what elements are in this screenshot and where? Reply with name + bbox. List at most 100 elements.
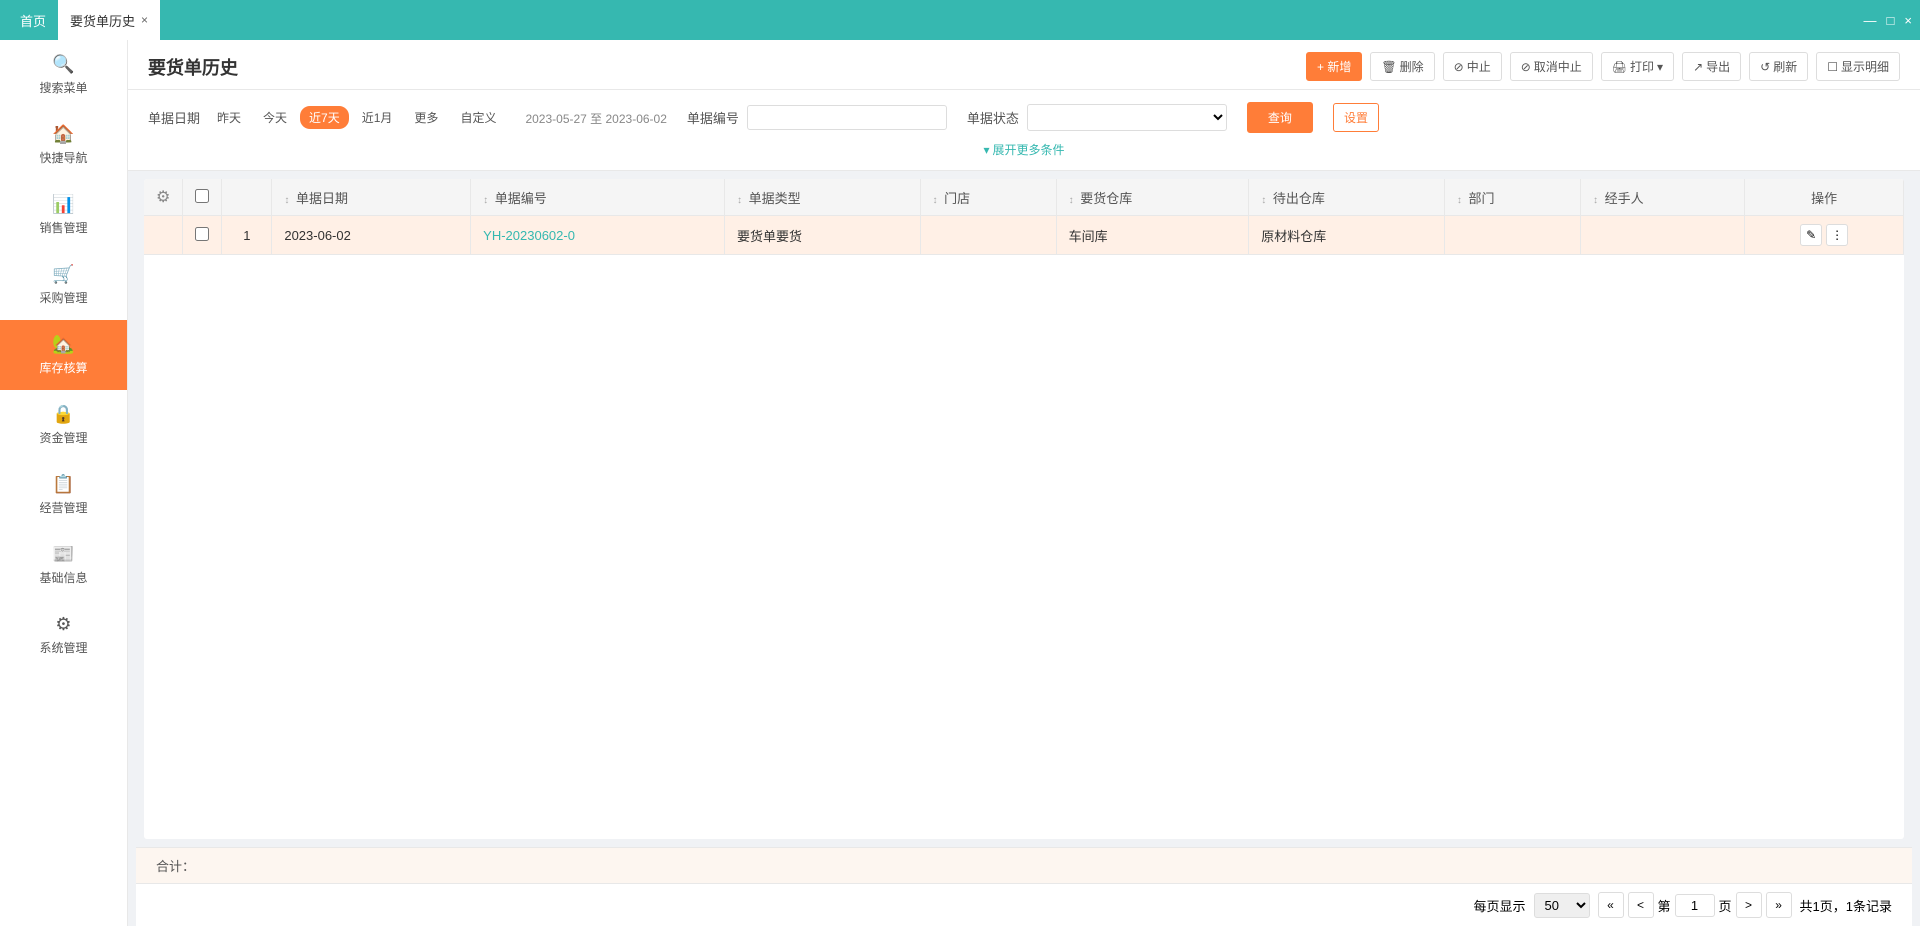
delete-button[interactable]: 🗑 删除 [1370,52,1434,81]
select-all-checkbox[interactable] [195,189,209,203]
col-type-label: 单据类型 [749,191,801,206]
finance-icon: 🔒 [52,404,74,425]
content-area: 要货单历史 + 新增 🗑 删除 ⊘ 中止 ⊘ 取消中止 🖨 打印 [128,40,1920,926]
col-settings: ⚙ [144,179,183,216]
settings-button[interactable]: 设置 [1333,103,1379,132]
row-type: 要货单要货 [724,216,920,255]
status-select[interactable] [1027,104,1227,131]
cancel-suspend-button[interactable]: ⊘ 取消中止 [1510,52,1593,81]
order-num-label: 单据编号 [687,108,739,127]
row-more-btn[interactable]: ⋮ [1826,224,1848,246]
sidebar-item-basic[interactable]: 📰 基础信息 [0,530,127,600]
sidebar-item-quicknav[interactable]: 🏠 快捷导航 [0,110,127,180]
print-dropdown-icon: ▾ [1657,60,1663,74]
date-btn-custom[interactable]: 自定义 [451,106,505,129]
sidebar-item-search[interactable]: 🔍 搜索菜单 [0,40,127,110]
suspend-button[interactable]: ⊘ 中止 [1443,52,1502,81]
date-range-display: 2023-05-27 至 2023-06-02 [525,110,666,127]
add-button[interactable]: + 新增 [1306,52,1362,81]
expand-label: 展开更多条件 [993,141,1065,158]
search-button[interactable]: 查询 [1247,102,1313,133]
row-checkbox[interactable] [195,227,209,241]
pagination-bar: 每页显示 50 10 20 100 « < 第 页 > » 共1页，1条记录 [136,883,1912,926]
sidebar-item-label: 系统管理 [39,639,87,656]
page-input[interactable] [1675,894,1715,917]
col-check [183,179,222,216]
active-tab-label: 要货单历史 [70,11,135,30]
suspend-icon: ⊘ [1454,60,1464,74]
date-buttons: 昨天 今天 近7天 近1月 更多 自定义 [208,106,505,129]
print-button[interactable]: 🖨 打印 ▾ [1601,52,1674,81]
purchase-icon: 🛒 [52,264,74,285]
expand-conditions-btn[interactable]: ▾ 展开更多条件 [983,141,1064,158]
col-wait-warehouse[interactable]: 待出仓库 [1249,179,1445,216]
expand-icon: ▾ [983,143,989,157]
display-detail-button[interactable]: ☐ 显示明细 [1816,52,1900,81]
date-btn-7days[interactable]: 近7天 [300,106,349,129]
row-edit-btn[interactable]: ✎ [1800,224,1822,246]
main-layout: 🔍 搜索菜单 🏠 快捷导航 📊 销售管理 🛒 采购管理 🏡 库存核算 🔒 资金管… [0,40,1920,926]
footer-bar: 合计： [136,847,1912,883]
refresh-label: 刷新 [1773,58,1797,75]
row-check [183,216,222,255]
delete-label: 删除 [1400,58,1424,75]
row-settings [144,216,183,255]
col-req-warehouse[interactable]: 要货仓库 [1056,179,1249,216]
close-btn[interactable]: × [1904,13,1912,28]
print-label: 打印 [1630,58,1654,75]
sidebar: 🔍 搜索菜单 🏠 快捷导航 📊 销售管理 🛒 采购管理 🏡 库存核算 🔒 资金管… [0,40,128,926]
col-ops: 操作 [1745,179,1904,216]
sidebar-item-operation[interactable]: 📋 经营管理 [0,460,127,530]
header-actions: + 新增 🗑 删除 ⊘ 中止 ⊘ 取消中止 🖨 打印 ▾ [1306,52,1900,81]
date-btn-1month[interactable]: 近1月 [353,106,402,129]
col-handler-label: 经手人 [1605,191,1644,206]
filter-date: 单据日期 昨天 今天 近7天 近1月 更多 自定义 [148,106,505,129]
page-prev-btn[interactable]: < [1628,892,1654,918]
col-store[interactable]: 门店 [920,179,1056,216]
minimize-btn[interactable]: — [1864,13,1877,28]
sidebar-item-inventory[interactable]: 🏡 库存核算 [0,320,127,390]
maximize-btn[interactable]: □ [1887,13,1895,28]
close-tab-icon[interactable]: × [141,13,148,27]
col-type[interactable]: 单据类型 [724,179,920,216]
export-button[interactable]: ↗ 导出 [1682,52,1741,81]
col-code[interactable]: 单据编号 [471,179,725,216]
home-tab-label: 首页 [20,11,46,30]
table-container: ⚙ 单据日期 单据编号 [144,179,1904,839]
row-date: 2023-06-02 [272,216,471,255]
row-handler [1580,216,1744,255]
sidebar-item-label: 基础信息 [39,569,87,586]
page-size-select[interactable]: 50 10 20 100 [1534,893,1590,918]
page-unit: 页 [1719,896,1732,915]
settings-gear-icon[interactable]: ⚙ [156,189,170,206]
order-num-input[interactable] [747,105,947,130]
sidebar-item-purchase[interactable]: 🛒 采购管理 [0,250,127,320]
date-btn-today[interactable]: 今天 [254,106,296,129]
refresh-button[interactable]: ↺ 刷新 [1749,52,1808,81]
refresh-icon: ↺ [1760,60,1770,74]
page-label: 第 [1658,896,1671,915]
sidebar-item-label: 经营管理 [39,499,87,516]
date-filter-label: 单据日期 [148,108,200,127]
active-tab[interactable]: 要货单历史 × [58,0,160,40]
page-next-btn[interactable]: > [1736,892,1762,918]
row-code-link[interactable]: YH-20230602-0 [483,228,575,243]
col-wait-warehouse-label: 待出仓库 [1273,191,1325,206]
date-btn-more[interactable]: 更多 [405,106,447,129]
table-header-row: ⚙ 单据日期 单据编号 [144,179,1904,216]
page-last-btn[interactable]: » [1766,892,1792,918]
home-tab[interactable]: 首页 [8,0,58,40]
col-date[interactable]: 单据日期 [272,179,471,216]
sidebar-item-sales[interactable]: 📊 销售管理 [0,180,127,250]
row-wait-warehouse: 原材料仓库 [1249,216,1445,255]
sidebar-item-finance[interactable]: 🔒 资金管理 [0,390,127,460]
date-btn-yesterday[interactable]: 昨天 [208,106,250,129]
col-department-label: 部门 [1468,191,1494,206]
col-handler[interactable]: 经手人 [1580,179,1744,216]
filter-status: 单据状态 [967,104,1227,131]
cancel-suspend-icon: ⊘ [1521,60,1531,74]
sidebar-item-system[interactable]: ⚙ 系统管理 [0,600,127,670]
table-row: 1 2023-06-02 YH-20230602-0 要货单要货 车间库 原材料… [144,216,1904,255]
page-first-btn[interactable]: « [1598,892,1624,918]
col-department[interactable]: 部门 [1444,179,1580,216]
